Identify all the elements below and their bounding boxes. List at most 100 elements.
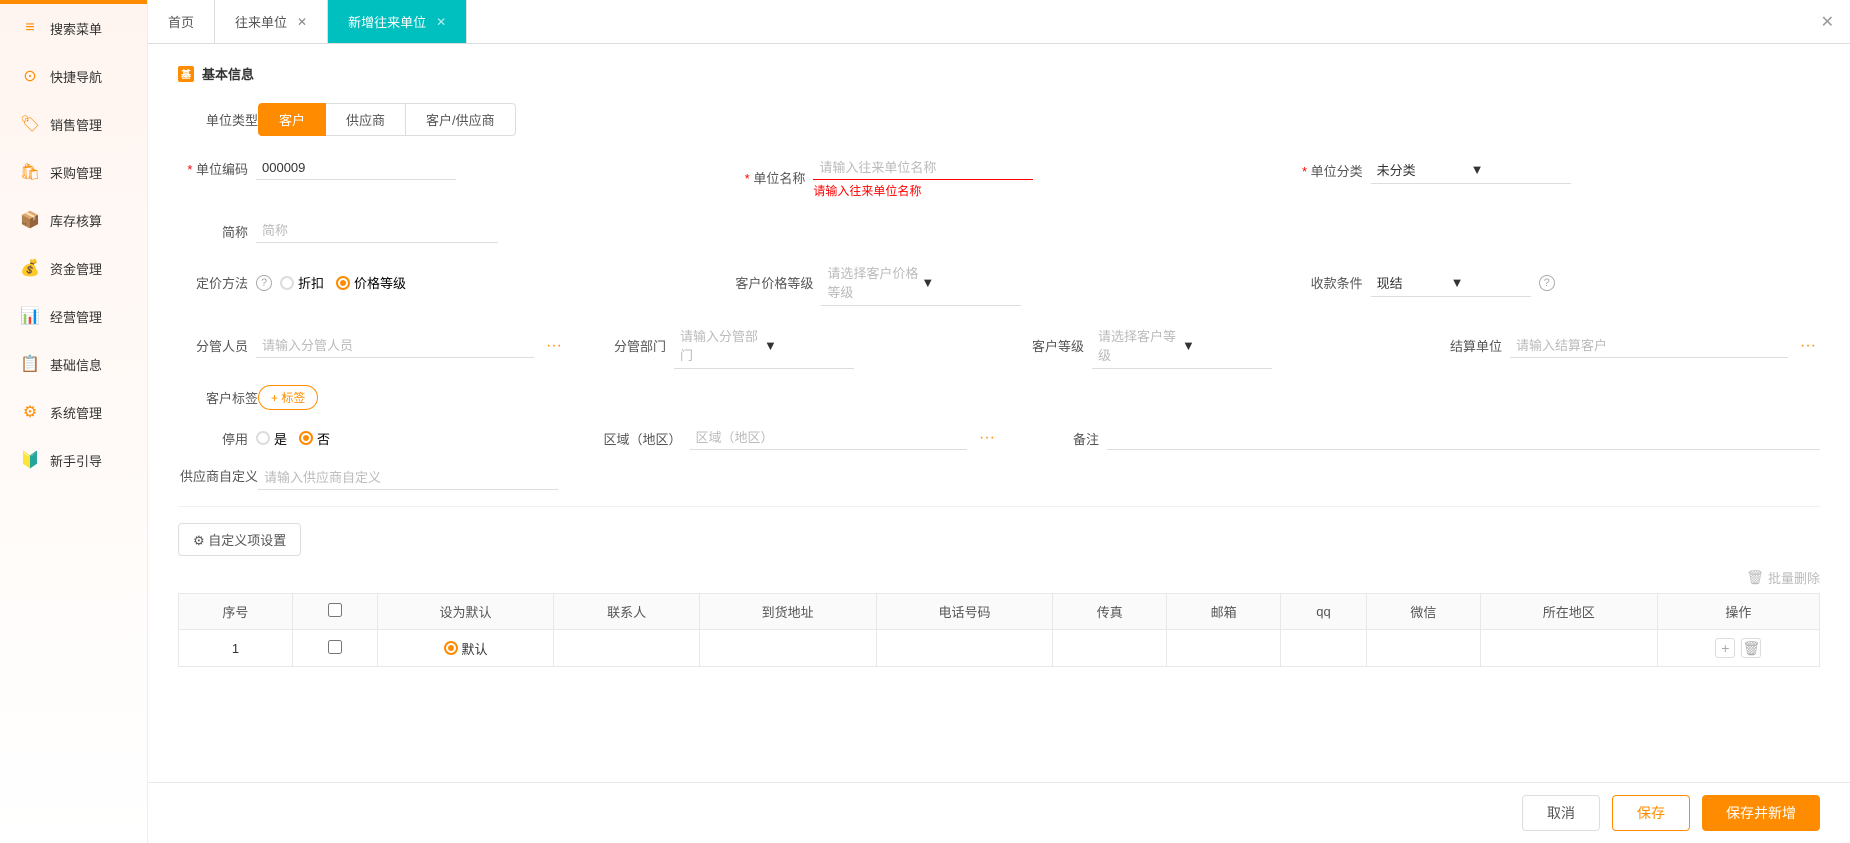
pricing-info-icon[interactable]: ? bbox=[256, 275, 272, 291]
tab-partner-label: 往来单位 bbox=[235, 12, 287, 31]
sidebar-item-quicknav[interactable]: ⊙ 快捷导航 bbox=[4, 54, 143, 98]
custom-settings-btn[interactable]: ⚙ 自定义项设置 bbox=[178, 523, 301, 556]
payment-terms-info-icon[interactable]: ? bbox=[1539, 275, 1555, 291]
disabled-label: 停用 bbox=[178, 429, 248, 448]
dept-field: 分管部门 请输入分管部门 ▼ bbox=[596, 322, 984, 369]
contact-table: 序号 设为默认 联系人 到货地址 电话号码 传真 邮箱 qq 微信 所在地区 操… bbox=[178, 593, 1820, 667]
row-disabled-region: 停用 是 否 区域（地区） ··· bbox=[178, 426, 1820, 450]
supplier-custom-input[interactable] bbox=[258, 466, 558, 490]
cust-level-select[interactable]: 请选择客户等级 ▼ bbox=[1092, 322, 1272, 369]
sidebar-item-basic-info[interactable]: 📋 基础信息 bbox=[4, 342, 143, 386]
batch-delete-label[interactable]: 批量删除 bbox=[1768, 568, 1820, 587]
form-area: 基 基本信息 单位类型 客户 供应商 客户/供应商 单位编码 单位名称 bbox=[148, 44, 1850, 782]
tab-home[interactable]: 首页 bbox=[148, 0, 215, 43]
row-phone bbox=[876, 630, 1053, 667]
remarks-field: 备注 bbox=[1029, 426, 1820, 450]
sidebar-label-sales: 销售管理 bbox=[50, 115, 102, 134]
dept-select[interactable]: 请输入分管部门 ▼ bbox=[674, 322, 854, 369]
col-phone: 电话号码 bbox=[876, 594, 1053, 630]
delete-row-btn[interactable]: 🗑 bbox=[1741, 638, 1761, 658]
purchase-icon: 🛍 bbox=[20, 162, 40, 182]
sidebar-label-quicknav: 快捷导航 bbox=[50, 67, 102, 86]
row-tags: 客户标签 + 标签 bbox=[178, 385, 1820, 410]
cust-price-level-select[interactable]: 请选择客户价格等级 ▼ bbox=[821, 259, 1021, 306]
short-name-label: 简称 bbox=[178, 222, 248, 241]
sidebar-item-finance[interactable]: 💰 资金管理 bbox=[4, 246, 143, 290]
remarks-input[interactable] bbox=[1107, 426, 1820, 450]
pricing-radio-level[interactable]: 价格等级 bbox=[336, 273, 406, 292]
pricing-radio-group: 折扣 价格等级 bbox=[280, 273, 406, 292]
sidebar-label-basic-info: 基础信息 bbox=[50, 355, 102, 374]
unit-code-input[interactable] bbox=[256, 156, 456, 180]
row-wechat bbox=[1366, 630, 1480, 667]
sidebar-item-purchase[interactable]: 🛍 采购管理 bbox=[4, 150, 143, 194]
col-wechat: 微信 bbox=[1366, 594, 1480, 630]
sidebar-header bbox=[0, 0, 147, 4]
tab-new-partner-close[interactable]: ✕ bbox=[436, 15, 446, 29]
tab-partner-units[interactable]: 往来单位 ✕ bbox=[215, 0, 328, 43]
save-new-button[interactable]: 保存并新增 bbox=[1702, 795, 1820, 831]
radio-label-yes: 是 bbox=[274, 429, 287, 448]
settlement-input[interactable] bbox=[1510, 334, 1788, 358]
row-default-radio[interactable]: 默认 bbox=[388, 639, 544, 658]
region-input[interactable] bbox=[690, 426, 968, 450]
unit-name-input[interactable] bbox=[813, 156, 1033, 180]
region-more-btn[interactable]: ··· bbox=[975, 429, 999, 447]
unit-type-customer[interactable]: 客户 bbox=[258, 103, 326, 136]
unit-type-supplier[interactable]: 供应商 bbox=[326, 103, 406, 136]
unit-code-label: 单位编码 bbox=[178, 159, 248, 178]
manager-more-btn[interactable]: ··· bbox=[542, 337, 566, 355]
tab-new-partner-label: 新增往来单位 bbox=[348, 12, 426, 31]
sidebar-item-search[interactable]: ≡ 搜索菜单 bbox=[4, 6, 143, 50]
add-tag-btn[interactable]: + 标签 bbox=[258, 385, 318, 410]
row-seq: 1 bbox=[179, 630, 293, 667]
sidebar-label-inventory: 库存核算 bbox=[50, 211, 102, 230]
settlement-more-btn[interactable]: ··· bbox=[1796, 337, 1820, 355]
unit-name-error: 请输入往来单位名称 bbox=[813, 182, 1262, 199]
row-action-icons: + 🗑 bbox=[1668, 638, 1809, 658]
col-seq: 序号 bbox=[179, 594, 293, 630]
sidebar-item-inventory[interactable]: 📦 库存核算 bbox=[4, 198, 143, 242]
cancel-button[interactable]: 取消 bbox=[1522, 795, 1600, 831]
table-row: 1 默认 bbox=[179, 630, 1820, 667]
tab-new-partner[interactable]: 新增往来单位 ✕ bbox=[328, 0, 467, 43]
unit-category-chevron: ▼ bbox=[1471, 162, 1565, 177]
save-button[interactable]: 保存 bbox=[1612, 795, 1690, 831]
cust-price-level-chevron: ▼ bbox=[921, 275, 1015, 290]
unit-category-value: 未分类 bbox=[1377, 160, 1471, 179]
tags-label: 客户标签 bbox=[178, 388, 258, 407]
select-all-checkbox[interactable] bbox=[328, 603, 342, 617]
radio-label-level: 价格等级 bbox=[354, 273, 406, 292]
disabled-yes[interactable]: 是 bbox=[256, 429, 287, 448]
col-fax: 传真 bbox=[1053, 594, 1167, 630]
col-email: 邮箱 bbox=[1167, 594, 1281, 630]
row-region bbox=[1480, 630, 1657, 667]
cust-price-level-placeholder: 请选择客户价格等级 bbox=[827, 263, 921, 301]
pricing-radio-discount[interactable]: 折扣 bbox=[280, 273, 324, 292]
sidebar-item-system[interactable]: ⚙ 系统管理 bbox=[4, 390, 143, 434]
cust-price-level-field: 客户价格等级 请选择客户价格等级 ▼ bbox=[735, 259, 1262, 306]
sidebar-item-operations[interactable]: 📊 经营管理 bbox=[4, 294, 143, 338]
payment-terms-field: 收款条件 现结 ▼ ? bbox=[1293, 269, 1820, 297]
quicknav-icon: ⊙ bbox=[20, 66, 40, 86]
window-close-button[interactable]: ✕ bbox=[1805, 0, 1850, 43]
unit-category-select[interactable]: 未分类 ▼ bbox=[1371, 156, 1571, 184]
form-footer: 取消 保存 保存并新增 bbox=[148, 782, 1850, 843]
cust-price-level-label: 客户价格等级 bbox=[735, 273, 813, 292]
disabled-no[interactable]: 否 bbox=[299, 429, 330, 448]
payment-terms-select[interactable]: 现结 ▼ bbox=[1371, 269, 1531, 297]
row-supplier-custom: 供应商自定义 bbox=[178, 466, 1820, 490]
manager-input[interactable] bbox=[256, 334, 534, 358]
region-field: 区域（地区） ··· bbox=[604, 426, 1000, 450]
tab-partner-close[interactable]: ✕ bbox=[297, 15, 307, 29]
short-name-input[interactable] bbox=[256, 219, 498, 243]
add-row-btn[interactable]: + bbox=[1715, 638, 1735, 658]
row-qq bbox=[1281, 630, 1367, 667]
sidebar-item-sales[interactable]: 🏷 销售管理 bbox=[4, 102, 143, 146]
cust-level-chevron: ▼ bbox=[1182, 338, 1266, 353]
row-actions: + 🗑 bbox=[1657, 630, 1819, 667]
unit-type-both[interactable]: 客户/供应商 bbox=[406, 103, 516, 136]
operations-icon: 📊 bbox=[20, 306, 40, 326]
sidebar-item-guide[interactable]: 🔰 新手引导 bbox=[4, 438, 143, 482]
row-checkbox[interactable] bbox=[328, 640, 342, 654]
